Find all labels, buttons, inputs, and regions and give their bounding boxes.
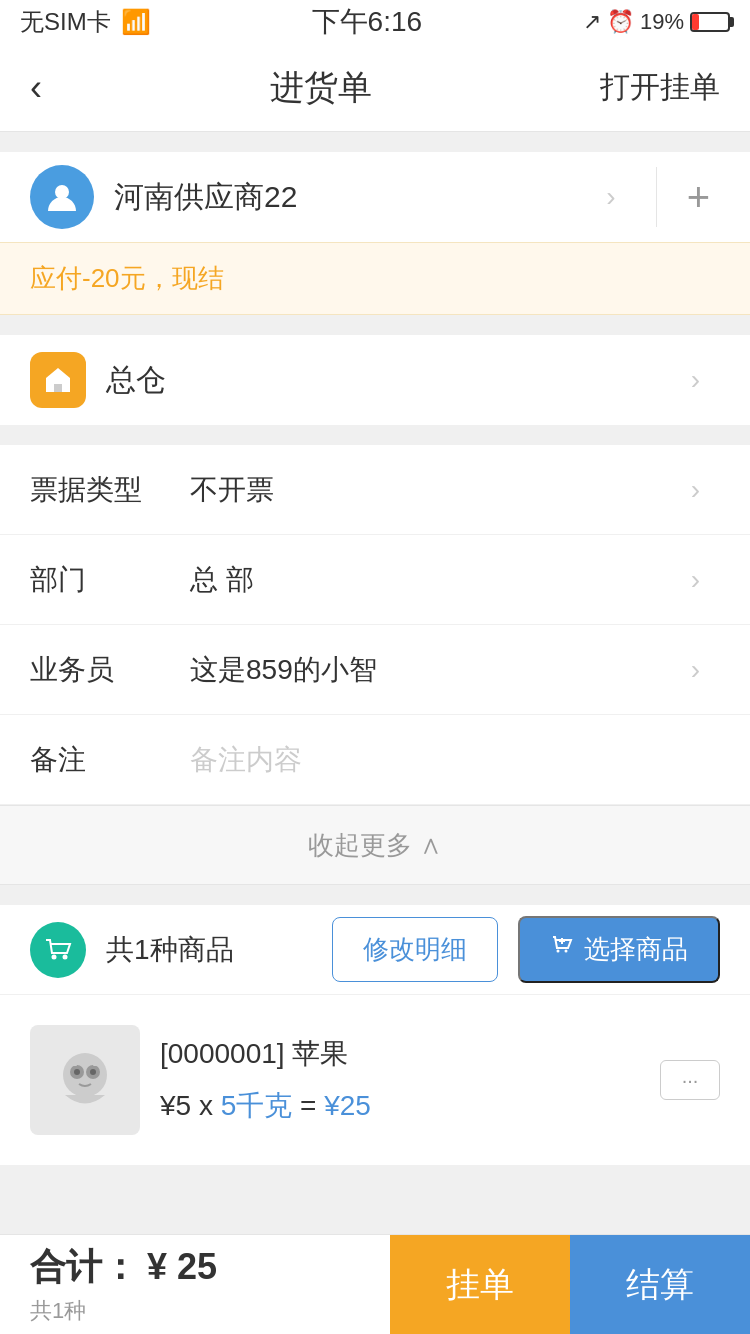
- carrier-label: 无SIM卡: [20, 6, 111, 38]
- add-button[interactable]: +: [677, 175, 720, 220]
- invoice-type-label: 票据类型: [30, 471, 170, 509]
- product-item: [0000001] 苹果 ¥5 x 5千克 = ¥25 ···: [0, 995, 750, 1166]
- supplier-select-button[interactable]: 河南供应商22 ›: [30, 165, 636, 229]
- svg-point-12: [90, 1069, 96, 1075]
- battery-percent: 19%: [640, 9, 684, 35]
- svg-point-2: [52, 954, 57, 959]
- gap1: [0, 132, 750, 152]
- remarks-placeholder: 备注内容: [170, 741, 720, 779]
- nav-bar: ‹ 进货单 打开挂单: [0, 44, 750, 132]
- open-hang-button[interactable]: 打开挂单: [600, 67, 720, 108]
- price-separator: x: [199, 1090, 221, 1121]
- remarks-row[interactable]: 备注 备注内容: [0, 715, 750, 805]
- quantity-value: 5千克: [221, 1090, 293, 1121]
- divider: [656, 167, 657, 227]
- department-chevron-icon: ›: [691, 564, 700, 596]
- chevron-right-icon: ›: [606, 181, 615, 213]
- time-label: 下午6:16: [312, 3, 423, 41]
- form-section: 票据类型 不开票 › 部门 总 部 › 业务员 这是859的小智 › 备注 备注…: [0, 445, 750, 805]
- svg-point-8: [63, 1053, 107, 1097]
- svg-rect-1: [54, 384, 62, 392]
- product-thumbnail: [30, 1025, 140, 1135]
- salesperson-label: 业务员: [30, 651, 170, 689]
- equals-sign: =: [300, 1090, 324, 1121]
- supplier-section: 河南供应商22 › +: [0, 152, 750, 242]
- supplier-name: 河南供应商22: [114, 177, 606, 218]
- status-left: 无SIM卡 📶: [20, 6, 151, 38]
- notice-bar: 应付-20元，现结: [0, 242, 750, 315]
- total-value: ¥ 25: [147, 1246, 217, 1287]
- edit-detail-button[interactable]: 修改明细: [332, 917, 498, 982]
- bottom-summary-bar: 合计： ¥ 25 共1种 挂单 结算: [0, 1234, 750, 1334]
- total-price: ¥25: [324, 1090, 371, 1121]
- collapse-button[interactable]: 收起更多 ∧: [0, 805, 750, 885]
- invoice-type-row[interactable]: 票据类型 不开票 ›: [0, 445, 750, 535]
- status-bar: 无SIM卡 📶 下午6:16 ↗ ⏰ 19%: [0, 0, 750, 44]
- select-product-button[interactable]: 选择商品: [518, 916, 720, 983]
- location-icon: ↗: [583, 9, 601, 35]
- product-count-text: 共1种商品: [106, 931, 332, 969]
- warehouse-icon: [30, 352, 86, 408]
- select-product-icon: [550, 934, 574, 965]
- gap3: [0, 425, 750, 445]
- page-title: 进货单: [270, 65, 372, 111]
- department-label: 部门: [30, 561, 170, 599]
- svg-point-3: [63, 954, 68, 959]
- total-label: 合计： ¥ 25: [30, 1243, 360, 1292]
- salesperson-value: 这是859的小智: [170, 651, 691, 689]
- department-row[interactable]: 部门 总 部 ›: [0, 535, 750, 625]
- invoice-chevron-icon: ›: [691, 474, 700, 506]
- svg-point-0: [55, 185, 69, 199]
- select-product-label: 选择商品: [584, 932, 688, 967]
- salesperson-row[interactable]: 业务员 这是859的小智 ›: [0, 625, 750, 715]
- price-value: ¥5: [160, 1090, 191, 1121]
- product-more-button[interactable]: ···: [660, 1060, 720, 1100]
- settle-button[interactable]: 结算: [570, 1235, 750, 1335]
- product-info: [0000001] 苹果 ¥5 x 5千克 = ¥25: [160, 1035, 640, 1125]
- product-price: ¥5 x 5千克 = ¥25: [160, 1087, 640, 1125]
- invoice-type-value: 不开票: [170, 471, 691, 509]
- svg-point-5: [565, 950, 568, 953]
- warehouse-name: 总仓: [106, 360, 691, 401]
- product-count-icon: [30, 922, 86, 978]
- svg-point-11: [74, 1069, 80, 1075]
- department-value: 总 部: [170, 561, 691, 599]
- products-header: 共1种商品 修改明细 选择商品: [0, 905, 750, 995]
- wifi-icon: 📶: [121, 8, 151, 36]
- supplier-avatar: [30, 165, 94, 229]
- battery-icon: [690, 12, 730, 32]
- total-count: 共1种: [30, 1296, 360, 1326]
- svg-point-4: [557, 950, 560, 953]
- gap2: [0, 315, 750, 335]
- status-right: ↗ ⏰ 19%: [583, 9, 730, 35]
- warehouse-chevron-icon: ›: [691, 364, 700, 396]
- summary-info: 合计： ¥ 25 共1种: [0, 1243, 390, 1326]
- total-prefix: 合计：: [30, 1246, 138, 1287]
- product-name: [0000001] 苹果: [160, 1035, 640, 1073]
- hang-order-button[interactable]: 挂单: [390, 1235, 570, 1335]
- back-button[interactable]: ‹: [30, 67, 42, 109]
- remarks-label: 备注: [30, 741, 170, 779]
- alarm-icon: ⏰: [607, 9, 634, 35]
- salesperson-chevron-icon: ›: [691, 654, 700, 686]
- warehouse-select-button[interactable]: 总仓 ›: [0, 335, 750, 425]
- gap4: [0, 885, 750, 905]
